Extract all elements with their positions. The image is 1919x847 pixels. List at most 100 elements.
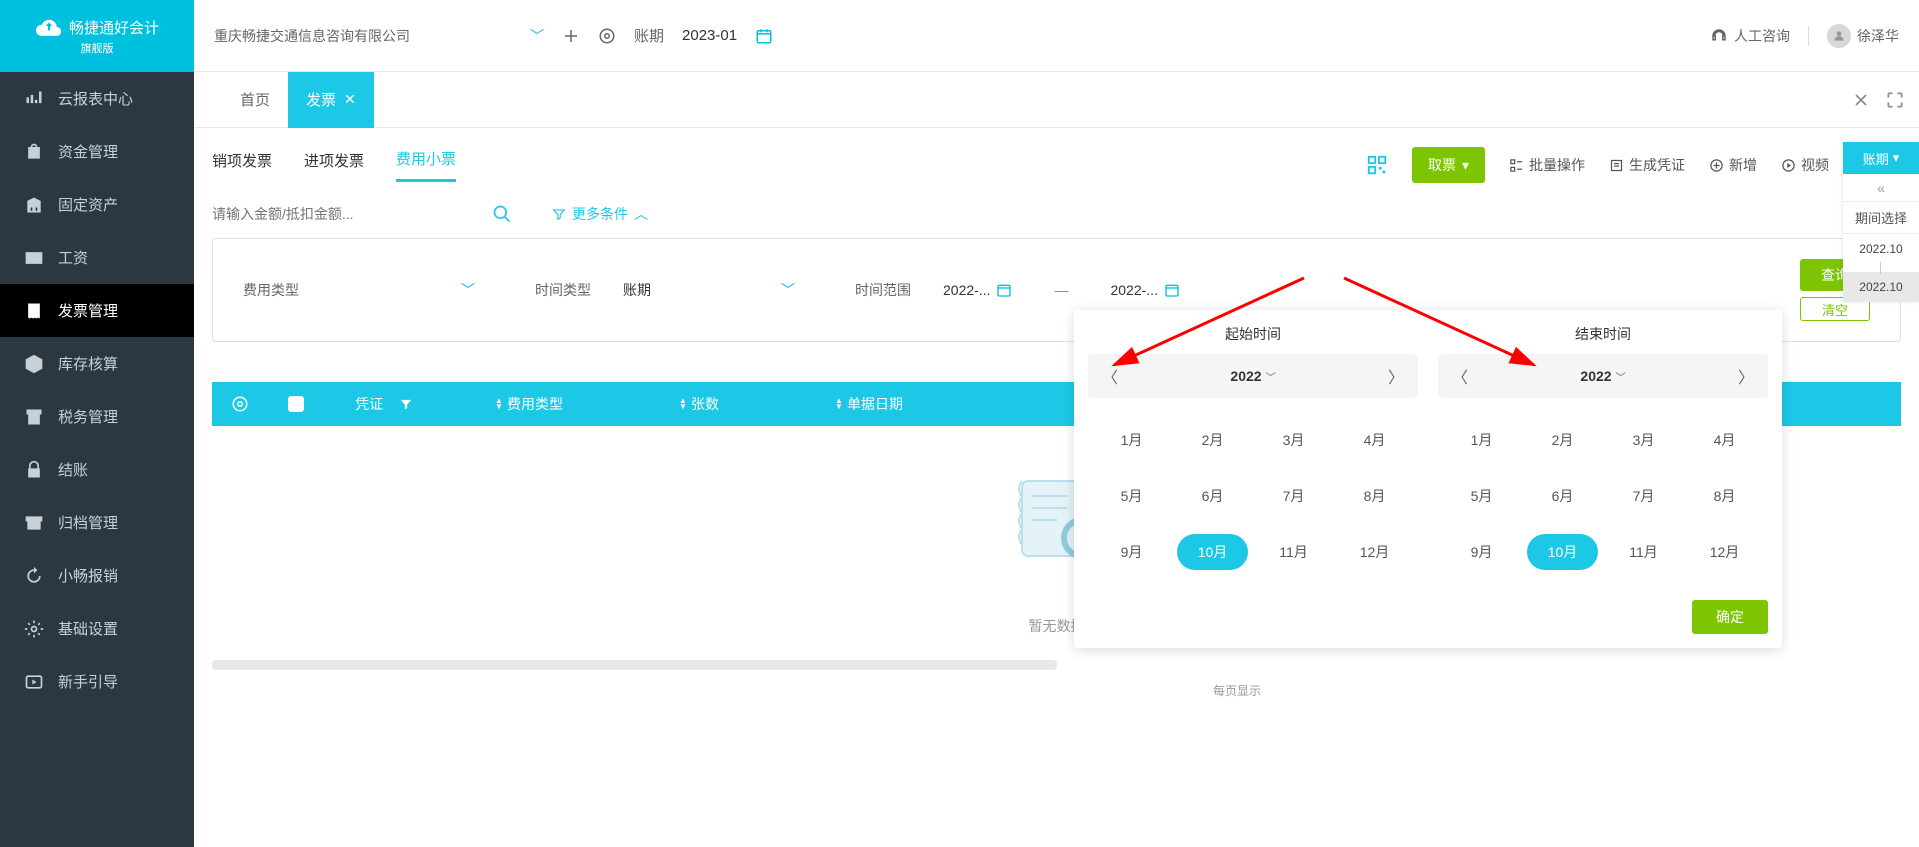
month-option[interactable]: 12月 [1689, 534, 1760, 570]
period-from[interactable]: 2022.10 [1843, 234, 1919, 264]
close-icon[interactable]: ✕ [344, 91, 356, 108]
collapse-toggle[interactable]: « [1843, 174, 1919, 202]
filter-icon[interactable] [399, 397, 413, 411]
gear-icon[interactable] [598, 27, 616, 45]
select-all-checkbox[interactable] [288, 396, 304, 412]
date-from-input[interactable]: 2022-... [943, 282, 1012, 298]
search-box [212, 204, 512, 224]
col-count[interactable]: 张数 [691, 394, 719, 414]
chevron-down-icon: ﹀ [530, 26, 544, 46]
month-option[interactable]: 8月 [1339, 478, 1410, 514]
month-option[interactable]: 7月 [1608, 478, 1679, 514]
inv-tab-sales[interactable]: 销项发票 [212, 150, 272, 181]
month-option[interactable]: 10月 [1177, 534, 1248, 570]
month-option[interactable]: 1月 [1096, 422, 1167, 458]
sort-icon[interactable]: ▲▼ [495, 398, 503, 410]
video-link[interactable]: 视频 [1781, 155, 1829, 175]
month-option[interactable]: 6月 [1527, 478, 1598, 514]
sidebar-item-stock[interactable]: 库存核算 [0, 337, 194, 390]
col-type[interactable]: 费用类型 [507, 394, 563, 414]
month-option[interactable]: 8月 [1689, 478, 1760, 514]
period-to[interactable]: 2022.10 [1843, 272, 1919, 302]
more-conditions-toggle[interactable]: 更多条件 ︿ [552, 204, 648, 224]
month-option[interactable]: 5月 [1096, 478, 1167, 514]
month-option[interactable]: 9月 [1446, 534, 1517, 570]
add-link[interactable]: 新增 [1709, 155, 1757, 175]
sort-icon[interactable]: ▲▼ [835, 398, 843, 410]
prev-year-button[interactable]: 〈 [1102, 364, 1118, 388]
avatar-icon [1827, 24, 1851, 48]
sidebar-item-settings[interactable]: 基础设置 [0, 602, 194, 655]
batch-link[interactable]: 批量操作 [1509, 155, 1585, 175]
tab-invoice[interactable]: 发票 ✕ [288, 72, 374, 128]
search-icon[interactable] [492, 204, 512, 224]
gear-icon[interactable] [231, 395, 249, 413]
inv-tab-expense[interactable]: 费用小票 [396, 148, 456, 182]
scrollbar[interactable] [212, 660, 1057, 670]
month-option[interactable]: 12月 [1339, 534, 1410, 570]
col-cert[interactable]: 凭证 [355, 394, 383, 414]
sidebar-item-guide[interactable]: 新手引导 [0, 655, 194, 708]
time-range-label: 时间范围 [855, 280, 911, 300]
sidebar-item-assets[interactable]: 固定资产 [0, 178, 194, 231]
start-calendar: 起始时间 〈 2022﹀ 〉 1月2月3月4月5月6月7月8月9月10月11月1… [1088, 324, 1418, 594]
plus-icon[interactable] [562, 27, 580, 45]
sidebar-item-close[interactable]: 结账 [0, 443, 194, 496]
user-menu[interactable]: 徐泽华 [1827, 24, 1899, 48]
caret-down-icon: ▾ [1462, 157, 1469, 174]
sidebar-item-salary[interactable]: 工资 [0, 231, 194, 284]
calendar-icon[interactable] [755, 27, 773, 45]
month-option[interactable]: 7月 [1258, 478, 1329, 514]
sidebar-item-report[interactable]: 云报表中心 [0, 72, 194, 125]
building-icon [24, 195, 44, 215]
consult-link[interactable]: 人工咨询 [1710, 26, 1790, 46]
company-selector[interactable]: 重庆畅捷交通信息咨询有限公司 ﹀ [214, 26, 544, 46]
calendar-icon [996, 282, 1012, 298]
month-option[interactable]: 4月 [1339, 422, 1410, 458]
month-option[interactable]: 3月 [1258, 422, 1329, 458]
page-tabs: 首页 发票 ✕ [194, 72, 1919, 128]
year-selector[interactable]: 2022﹀ [1580, 368, 1625, 384]
month-option[interactable]: 6月 [1177, 478, 1248, 514]
next-year-button[interactable]: 〉 [1388, 364, 1404, 388]
calendar-icon [1164, 282, 1180, 298]
month-option[interactable]: 4月 [1689, 422, 1760, 458]
sidebar-item-archive[interactable]: 归档管理 [0, 496, 194, 549]
sort-icon[interactable]: ▲▼ [679, 398, 687, 410]
cloud-upload-icon [35, 17, 63, 37]
month-option[interactable]: 11月 [1258, 534, 1329, 570]
fetch-button[interactable]: 取票▾ [1412, 147, 1485, 183]
col-date[interactable]: 单据日期 [847, 394, 903, 414]
period-value: 2023-01 [682, 27, 737, 44]
month-option[interactable]: 5月 [1446, 478, 1517, 514]
inv-tab-purchase[interactable]: 进项发票 [304, 150, 364, 181]
month-option[interactable]: 9月 [1096, 534, 1167, 570]
date-to-input[interactable]: 2022-... [1110, 282, 1179, 298]
fullscreen-icon[interactable] [1885, 90, 1905, 110]
close-all-icon[interactable] [1851, 90, 1871, 110]
month-option[interactable]: 2月 [1177, 422, 1248, 458]
sidebar-item-funds[interactable]: 资金管理 [0, 125, 194, 178]
confirm-button[interactable]: 确定 [1692, 600, 1768, 634]
month-option[interactable]: 10月 [1527, 534, 1598, 570]
sidebar-item-invoice[interactable]: 发票管理 [0, 284, 194, 337]
month-option[interactable]: 11月 [1608, 534, 1679, 570]
year-selector[interactable]: 2022﹀ [1230, 368, 1275, 384]
time-type-select[interactable]: 账期﹀ [623, 280, 795, 300]
expense-type-select[interactable]: ﹀ [331, 280, 475, 300]
sidebar-item-reimburse[interactable]: 小畅报销 [0, 549, 194, 602]
prev-year-button[interactable]: 〈 [1452, 364, 1468, 388]
search-input[interactable] [212, 206, 492, 222]
qr-icon[interactable] [1366, 154, 1388, 176]
period-panel-head[interactable]: 账期▾ [1843, 142, 1919, 174]
next-year-button[interactable]: 〉 [1738, 364, 1754, 388]
sidebar-item-tax[interactable]: 税务管理 [0, 390, 194, 443]
voucher-link[interactable]: 生成凭证 [1609, 155, 1685, 175]
tax-icon [24, 407, 44, 427]
invoice-tabs: 销项发票 进项发票 费用小票 取票▾ 批量操作 生成凭证 新增 视频 刷新 [212, 140, 1901, 190]
month-option[interactable]: 2月 [1527, 422, 1598, 458]
month-option[interactable]: 1月 [1446, 422, 1517, 458]
tab-home[interactable]: 首页 [222, 72, 288, 128]
month-option[interactable]: 3月 [1608, 422, 1679, 458]
headset-icon [1710, 27, 1728, 45]
